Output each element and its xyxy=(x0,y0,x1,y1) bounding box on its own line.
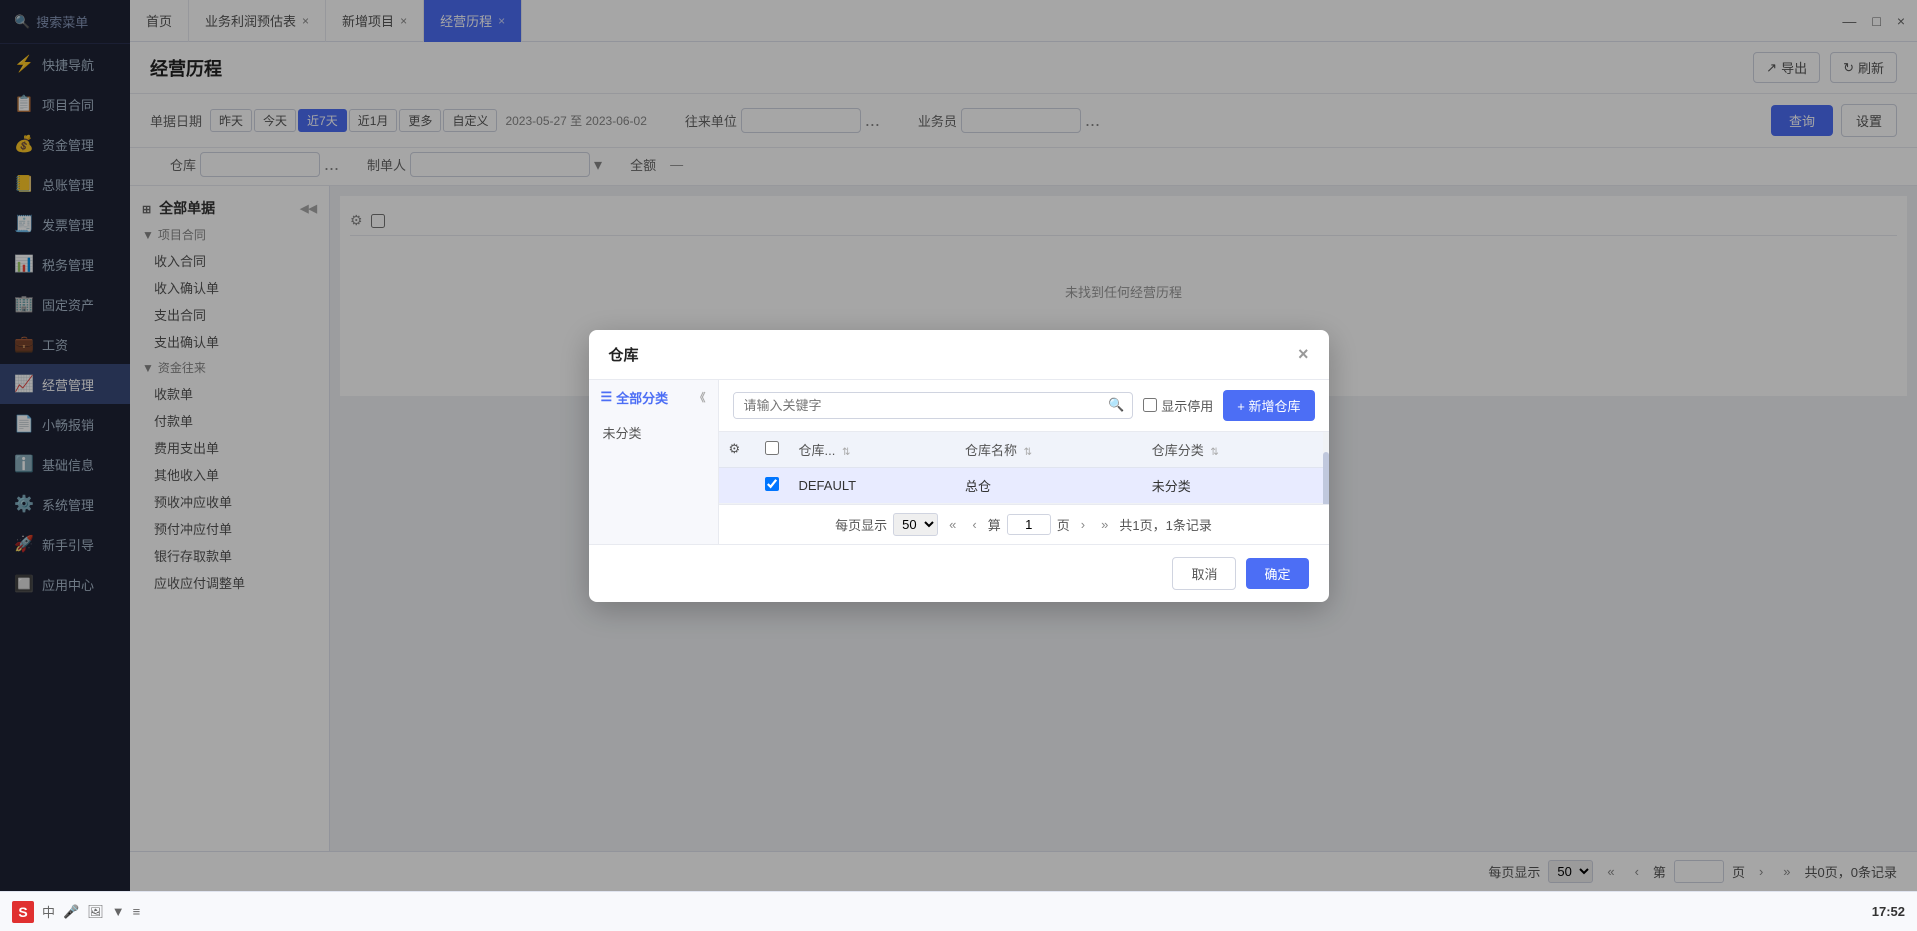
taskbar-icon-3[interactable]: 🖼 xyxy=(87,904,104,920)
sort-category-icon: ⇅ xyxy=(1210,447,1218,458)
all-category-icon: ☰ xyxy=(601,389,613,405)
modal-sidebar-collapse[interactable]: 《 xyxy=(695,389,706,405)
modal-per-page-label: 每页显示 xyxy=(835,515,887,534)
confirm-button[interactable]: 确定 xyxy=(1246,558,1308,589)
modal-per-page-select[interactable]: 50 xyxy=(893,513,938,536)
modal-prev-btn[interactable]: ‹ xyxy=(967,515,981,534)
show-disabled-wrapper: 显示停用 xyxy=(1143,396,1213,415)
row-checkbox[interactable] xyxy=(765,477,779,491)
modal-first-btn[interactable]: « xyxy=(944,515,961,534)
show-disabled-label: 显示停用 xyxy=(1161,396,1213,415)
modal-overlay[interactable]: 仓库 × ☰ 全部分类 《 未分类 🔍 xyxy=(0,0,1917,931)
modal-total-label: 共1页，1条记录 xyxy=(1119,515,1211,534)
modal-table: ⚙ 仓库... ⇅ 仓库名称 xyxy=(719,432,1329,504)
modal-main: 🔍 显示停用 + 新增仓库 ⚙ xyxy=(719,380,1329,544)
modal-sidebar: ☰ 全部分类 《 未分类 xyxy=(589,380,719,544)
th-checkbox xyxy=(755,432,789,468)
modal-toolbar: 🔍 显示停用 + 新增仓库 xyxy=(719,380,1329,432)
row-category-cell: 未分类 xyxy=(1142,467,1329,503)
warehouse-modal: 仓库 × ☰ 全部分类 《 未分类 🔍 xyxy=(589,330,1329,602)
sort-code-icon: ⇅ xyxy=(842,447,850,458)
settings-header-icon[interactable]: ⚙ xyxy=(729,441,741,456)
row-checkbox-cell xyxy=(755,467,789,503)
th-warehouse-category[interactable]: 仓库分类 ⇅ xyxy=(1142,432,1329,468)
modal-table-head: ⚙ 仓库... ⇅ 仓库名称 xyxy=(719,432,1329,468)
cancel-button[interactable]: 取消 xyxy=(1172,557,1236,590)
modal-scrollbar[interactable] xyxy=(1323,432,1329,504)
modal-body: ☰ 全部分类 《 未分类 🔍 显示停用 + 新增仓库 xyxy=(589,380,1329,544)
modal-next-btn[interactable]: › xyxy=(1076,515,1090,534)
modal-table-body: DEFAULT 总仓 未分类 xyxy=(719,467,1329,503)
modal-page-label: 算 xyxy=(988,515,1001,534)
taskbar-icon-1[interactable]: 中 xyxy=(42,902,55,921)
taskbar: S 中 🎤 🖼 ▼ ≡ 17:52 xyxy=(0,891,1917,931)
row-settings-cell xyxy=(719,467,755,503)
taskbar-right: 17:52 xyxy=(1872,904,1905,919)
modal-footer: 取消 确定 xyxy=(589,544,1329,602)
modal-pagination: 每页显示 50 « ‹ 算 页 › » 共1页，1条记录 xyxy=(719,504,1329,544)
th-warehouse-code[interactable]: 仓库... ⇅ xyxy=(789,432,955,468)
th-settings: ⚙ xyxy=(719,432,755,468)
modal-last-btn[interactable]: » xyxy=(1096,515,1113,534)
show-disabled-checkbox[interactable] xyxy=(1143,398,1157,412)
modal-sidebar-all[interactable]: ☰ 全部分类 《 xyxy=(589,380,718,415)
taskbar-logo[interactable]: S xyxy=(12,901,34,923)
taskbar-left: S 中 🎤 🖼 ▼ ≡ xyxy=(12,901,140,923)
modal-search-wrapper: 🔍 xyxy=(733,392,1134,419)
modal-header: 仓库 × xyxy=(589,330,1329,380)
modal-table-container: ⚙ 仓库... ⇅ 仓库名称 xyxy=(719,432,1329,504)
taskbar-icon-4[interactable]: ▼ xyxy=(112,904,125,919)
table-row[interactable]: DEFAULT 总仓 未分类 xyxy=(719,467,1329,503)
row-name-cell: 总仓 xyxy=(955,467,1142,503)
select-all-checkbox[interactable] xyxy=(765,441,779,455)
add-warehouse-button[interactable]: + 新增仓库 xyxy=(1223,390,1314,421)
modal-search-icon[interactable]: 🔍 xyxy=(1100,397,1132,413)
all-category-label: 全部分类 xyxy=(616,388,668,407)
modal-sidebar-uncategorized[interactable]: 未分类 xyxy=(589,415,718,450)
taskbar-icon-2[interactable]: 🎤 xyxy=(63,904,79,920)
modal-scroll-thumb xyxy=(1323,452,1329,504)
modal-close-button[interactable]: × xyxy=(1298,344,1309,365)
taskbar-time: 17:52 xyxy=(1872,904,1905,919)
row-code-cell: DEFAULT xyxy=(789,467,955,503)
taskbar-icon-5[interactable]: ≡ xyxy=(133,904,141,919)
sort-name-icon: ⇅ xyxy=(1024,447,1032,458)
modal-table-header-row: ⚙ 仓库... ⇅ 仓库名称 xyxy=(719,432,1329,468)
modal-page-suffix: 页 xyxy=(1057,515,1070,534)
modal-title: 仓库 xyxy=(609,344,639,365)
modal-page-input[interactable] xyxy=(1007,514,1051,535)
modal-search-input[interactable] xyxy=(734,393,1101,418)
th-warehouse-name[interactable]: 仓库名称 ⇅ xyxy=(955,432,1142,468)
